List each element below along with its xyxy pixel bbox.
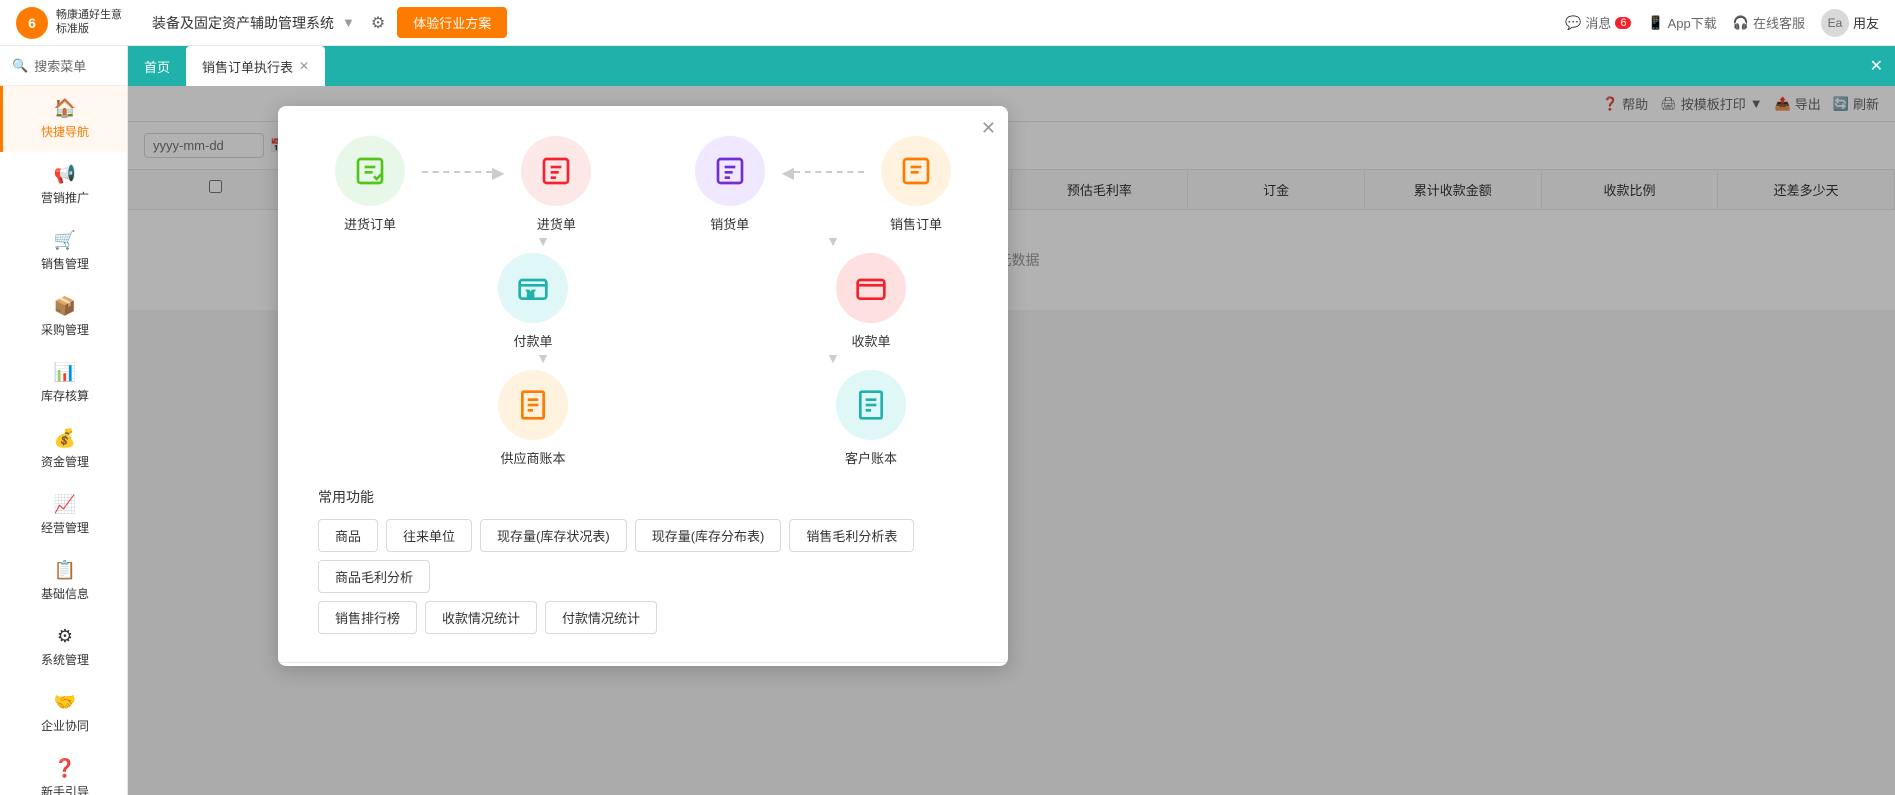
sidebar-item-sales[interactable]: 🛒 销售管理 <box>0 218 127 284</box>
enterprise-icon: 🤝 <box>54 692 76 713</box>
logo-icon: 6 <box>16 7 48 39</box>
scroll-bar: ◀ ▶ <box>278 662 1008 666</box>
sidebar-item-operation[interactable]: 📈 经营管理 <box>0 482 127 548</box>
message-icon: 💬 <box>1565 15 1581 31</box>
inventory-icon: 📊 <box>54 362 76 383</box>
supplier-ledger-icon <box>498 370 568 440</box>
trial-button[interactable]: 体验行业方案 <box>397 7 507 38</box>
user-menu[interactable]: Ea 用友 <box>1821 9 1879 37</box>
app-icon: 📱 <box>1647 15 1663 31</box>
sidebar-item-marketing[interactable]: 📢 营销推广 <box>0 152 127 218</box>
common-btn-receipt-stat[interactable]: 收款情况统计 <box>425 601 537 634</box>
marketing-icon: 📢 <box>54 164 76 185</box>
flow-node-supplier-ledger[interactable]: 供应商账本 <box>473 370 593 467</box>
logo-area: 6 畅康通好生意 标准版 <box>16 7 144 39</box>
modal-close-button[interactable]: ✕ <box>981 118 996 139</box>
purchase-bill-icon <box>521 136 591 206</box>
flow-node-receipt[interactable]: 收款单 <box>811 253 931 350</box>
system-title-text: 装备及固定资产辅助管理系统 <box>152 13 334 33</box>
finance-icon: 💰 <box>54 428 76 449</box>
purchase-icon: 📦 <box>54 296 76 317</box>
page-content: ❓ 帮助 🖨 按模板打印 ▼ 📤 导出 🔄 刷新 <box>128 86 1895 795</box>
modal-overlay: ✕ <box>128 86 1895 795</box>
flow-node-payment[interactable]: ¥ 付款单 <box>473 253 593 350</box>
message-badge: 6 <box>1615 17 1631 29</box>
sidebar-item-purchase[interactable]: 📦 采购管理 <box>0 284 127 350</box>
tab-close-icon[interactable]: ✕ <box>299 59 309 73</box>
sidebar-item-finance[interactable]: 💰 资金管理 <box>0 416 127 482</box>
common-buttons-row1: 商品 往来单位 现存量(库存状况表) 现存量(库存分布表) 销售毛利分析表 商品… <box>318 519 968 593</box>
system-icon: ⚙ <box>57 626 73 647</box>
purchase-order-icon <box>335 136 405 206</box>
top-right-area: 💬 消息 6 📱 App下载 🎧 在线客服 Ea 用友 <box>1565 9 1879 37</box>
flow-node-sales-bill[interactable]: 销货单 <box>678 136 782 233</box>
tab-home[interactable]: 首页 <box>128 46 186 86</box>
common-btn-partner[interactable]: 往来单位 <box>386 519 472 552</box>
tab-bar: 首页 销售订单执行表 ✕ ✕ <box>128 46 1895 86</box>
basic-info-icon: 📋 <box>54 560 76 581</box>
payment-icon: ¥ <box>498 253 568 323</box>
customer-ledger-icon <box>836 370 906 440</box>
flow-section: 进货订单 ▶ <box>278 106 1008 487</box>
online-service-button[interactable]: 🎧 在线客服 <box>1733 13 1805 32</box>
user-name: 用友 <box>1853 13 1879 32</box>
message-button[interactable]: 💬 消息 6 <box>1565 13 1631 32</box>
common-functions-title: 常用功能 <box>318 487 968 507</box>
quick-nav-modal: ✕ <box>278 106 1008 666</box>
common-btn-sales-rank[interactable]: 销售排行榜 <box>318 601 417 634</box>
flow-node-sales-order[interactable]: 销售订单 <box>864 136 968 233</box>
sidebar-item-enterprise[interactable]: 🤝 企业协同 <box>0 680 127 746</box>
common-btn-product-gross[interactable]: 商品毛利分析 <box>318 560 430 593</box>
sidebar-item-basic-info[interactable]: 📋 基础信息 <box>0 548 127 614</box>
common-buttons-row2: 销售排行榜 收款情况统计 付款情况统计 <box>318 601 968 634</box>
operation-icon: 📈 <box>54 494 76 515</box>
avatar: Ea <box>1821 9 1849 37</box>
settings-icon[interactable]: ⚙ <box>371 13 385 33</box>
receipt-icon <box>836 253 906 323</box>
sidebar-item-newbie[interactable]: ❓ 新手引导 <box>0 746 127 795</box>
service-icon: 🎧 <box>1733 15 1749 31</box>
flow-node-purchase-bill[interactable]: 进货单 <box>504 136 608 233</box>
common-btn-product[interactable]: 商品 <box>318 519 378 552</box>
sidebar: 🔍 搜索菜单 🏠 快捷导航 📢 营销推广 🛒 销售管理 📦 采购管理 📊 <box>0 46 128 795</box>
newbie-icon: ❓ <box>54 758 76 779</box>
search-menu-item[interactable]: 🔍 搜索菜单 <box>0 46 127 86</box>
tab-sales-order[interactable]: 销售订单执行表 ✕ <box>186 46 325 86</box>
flow-node-purchase-order[interactable]: 进货订单 <box>318 136 422 233</box>
sidebar-item-system[interactable]: ⚙ 系统管理 <box>0 614 127 680</box>
close-tab-button[interactable]: ✕ <box>1870 56 1883 76</box>
common-btn-sales-gross[interactable]: 销售毛利分析表 <box>789 519 914 552</box>
sales-bill-icon <box>695 136 765 206</box>
system-title-area: 装备及固定资产辅助管理系统 ▼ ⚙ <box>152 13 385 33</box>
common-btn-payment-stat[interactable]: 付款情况统计 <box>545 601 657 634</box>
common-btn-stock-status[interactable]: 现存量(库存状况表) <box>480 519 627 552</box>
content-area: 首页 销售订单执行表 ✕ ✕ ❓ 帮助 🖨 按 <box>128 46 1895 795</box>
sales-icon: 🛒 <box>54 230 76 251</box>
common-functions-section: 常用功能 商品 往来单位 现存量(库存状况表) 现存量(库存分布表) 销售毛利分… <box>278 487 1008 662</box>
dropdown-arrow-icon[interactable]: ▼ <box>342 15 355 30</box>
common-btn-stock-dist[interactable]: 现存量(库存分布表) <box>635 519 782 552</box>
sales-order-icon <box>881 136 951 206</box>
svg-text:¥: ¥ <box>527 290 534 302</box>
logo-text: 畅康通好生意 标准版 <box>56 9 122 35</box>
search-icon: 🔍 <box>12 58 28 74</box>
flow-node-customer-ledger[interactable]: 客户账本 <box>811 370 931 467</box>
sidebar-item-quick-nav[interactable]: 🏠 快捷导航 <box>0 86 127 152</box>
home-icon: 🏠 <box>54 98 76 119</box>
sidebar-item-inventory[interactable]: 📊 库存核算 <box>0 350 127 416</box>
app-download-button[interactable]: 📱 App下载 <box>1647 13 1716 32</box>
